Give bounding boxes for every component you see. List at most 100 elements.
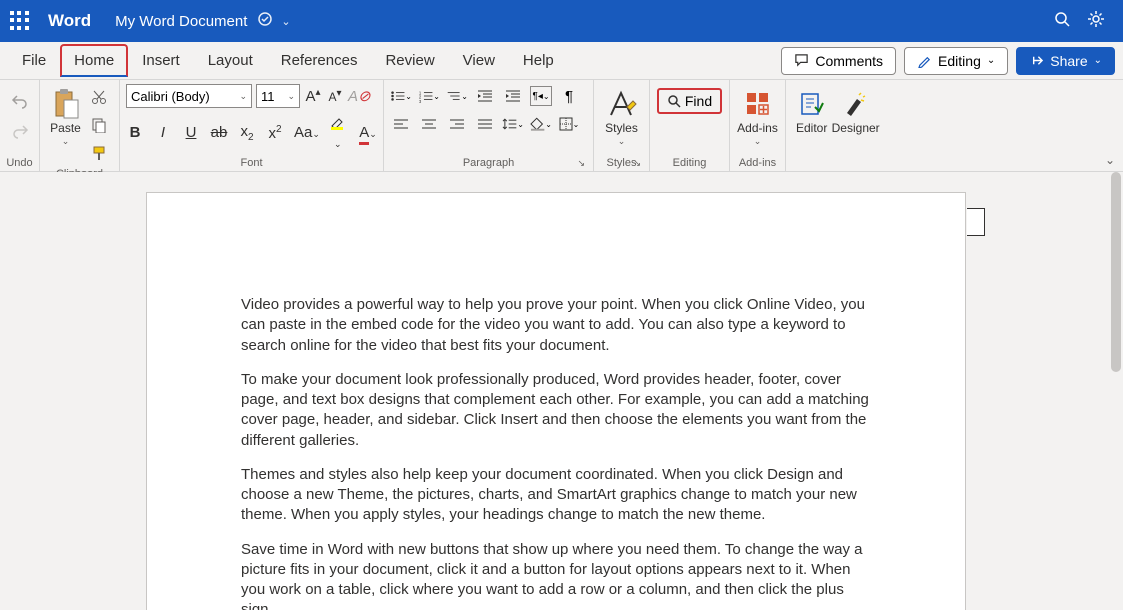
paragraph[interactable]: Video provides a powerful way to help yo…	[241, 295, 871, 356]
tab-home[interactable]: Home	[60, 44, 128, 77]
grow-font-button[interactable]: A▴	[304, 87, 322, 105]
tab-review[interactable]: Review	[371, 44, 448, 77]
editing-mode-button[interactable]: Editing ⌄	[904, 47, 1008, 75]
paste-button[interactable]: Paste ⌄	[46, 84, 85, 147]
tab-layout[interactable]: Layout	[194, 44, 267, 77]
group-label-styles: Styles↘	[600, 155, 643, 171]
text-direction-button[interactable]: ¶◂⌄	[530, 86, 552, 106]
document-name[interactable]: My Word Document	[115, 13, 247, 30]
shrink-font-button[interactable]: A▾	[326, 88, 344, 104]
numbering-button[interactable]: 123⌄	[418, 86, 440, 106]
align-center-button[interactable]	[418, 114, 440, 134]
addins-button[interactable]: Add-ins ⌄	[736, 84, 779, 147]
tab-help[interactable]: Help	[509, 44, 568, 77]
title-bar: Word My Word Document ⌄	[0, 0, 1123, 42]
find-button[interactable]: Find	[657, 88, 722, 114]
page-tab[interactable]	[967, 208, 985, 236]
document-page[interactable]: Video provides a powerful way to help yo…	[146, 192, 966, 610]
share-button[interactable]: Share ⌄	[1016, 47, 1115, 75]
change-case-button[interactable]: Aa⌄	[294, 124, 317, 141]
superscript-button[interactable]: x2	[266, 124, 284, 142]
group-assist: Editor Designer	[786, 80, 886, 171]
italic-button[interactable]: I	[154, 124, 172, 141]
document-canvas: Video provides a powerful way to help yo…	[0, 172, 1123, 610]
addins-label: Add-ins	[737, 122, 778, 135]
share-label: Share	[1050, 53, 1087, 69]
copy-button[interactable]	[88, 114, 110, 136]
tab-references[interactable]: References	[267, 44, 372, 77]
group-font: Calibri (Body)⌄ 11⌄ A▴ A▾ A⊘ B I U ab x2…	[120, 80, 384, 171]
ribbon: Undo Paste ⌄ Clipboard Calibri (Body)⌄ 1…	[0, 80, 1123, 172]
cut-button[interactable]	[88, 86, 110, 108]
font-color-button[interactable]: A⌄	[359, 124, 377, 141]
chevron-down-icon: ⌄	[987, 55, 995, 66]
group-label-paragraph: Paragraph↘	[390, 155, 587, 171]
chevron-down-icon: ⌄	[239, 91, 247, 102]
format-painter-button[interactable]	[88, 142, 110, 164]
vertical-scrollbar[interactable]	[1109, 172, 1123, 610]
document-menu-chevron-icon[interactable]: ⌄	[281, 15, 290, 28]
bullets-button[interactable]: ⌄	[390, 86, 412, 106]
paste-label: Paste	[50, 122, 81, 135]
group-paragraph: ⌄ 123⌄ ⌄ ¶◂⌄ ¶ ⌄ ⌄ ⌄ Paragraph↘	[384, 80, 594, 171]
font-name-select[interactable]: Calibri (Body)⌄	[126, 84, 252, 108]
multilevel-list-button[interactable]: ⌄	[446, 86, 468, 106]
styles-icon	[607, 86, 637, 122]
subscript-button[interactable]: x2	[238, 123, 256, 143]
chevron-down-icon: ⌄	[287, 91, 295, 102]
highlight-button[interactable]: ⌄	[327, 114, 349, 151]
borders-button[interactable]: ⌄	[558, 114, 580, 134]
dialog-launcher-icon[interactable]: ↘	[577, 158, 585, 169]
show-marks-button[interactable]: ¶	[558, 86, 580, 106]
paragraph[interactable]: To make your document look professionall…	[241, 370, 871, 451]
chevron-down-icon: ⌄	[618, 136, 626, 147]
designer-button[interactable]: Designer	[831, 84, 880, 135]
group-clipboard: Paste ⌄ Clipboard	[40, 80, 120, 171]
decrease-indent-button[interactable]	[474, 86, 496, 106]
undo-button[interactable]	[9, 90, 31, 112]
group-label-undo: Undo	[6, 155, 33, 171]
group-editing: Find Find (⌘+F) Editing	[650, 80, 730, 171]
paragraph[interactable]: Save time in Word with new buttons that …	[241, 540, 871, 610]
justify-button[interactable]	[474, 114, 496, 134]
group-label-addins: Add-ins	[736, 155, 779, 171]
line-spacing-button[interactable]: ⌄	[502, 114, 524, 134]
scrollbar-thumb[interactable]	[1111, 172, 1121, 372]
bold-button[interactable]: B	[126, 124, 144, 141]
tab-file[interactable]: File	[8, 44, 60, 77]
align-left-button[interactable]	[390, 114, 412, 134]
editor-button[interactable]: Editor	[792, 84, 831, 135]
editor-label: Editor	[796, 122, 827, 135]
paste-icon	[52, 86, 80, 122]
increase-indent-button[interactable]	[502, 86, 524, 106]
designer-label: Designer	[832, 122, 880, 135]
styles-button[interactable]: Styles ⌄	[600, 84, 643, 147]
editing-label: Editing	[938, 53, 981, 69]
shading-button[interactable]: ⌄	[530, 114, 552, 134]
svg-text:3: 3	[419, 99, 422, 103]
comments-button[interactable]: Comments	[781, 47, 896, 75]
font-size-select[interactable]: 11⌄	[256, 84, 300, 108]
settings-gear-icon[interactable]	[1079, 10, 1113, 32]
align-right-button[interactable]	[446, 114, 468, 134]
dialog-launcher-icon[interactable]: ↘	[633, 158, 641, 169]
group-styles: Styles ⌄ Styles↘	[594, 80, 650, 171]
underline-button[interactable]: U	[182, 124, 200, 141]
app-launcher-icon[interactable]	[10, 11, 30, 31]
redo-button[interactable]	[9, 120, 31, 142]
strikethrough-button[interactable]: ab	[210, 124, 228, 141]
group-label-assist	[792, 155, 880, 171]
search-icon[interactable]	[1045, 11, 1079, 31]
editor-icon	[799, 86, 825, 122]
addins-icon	[745, 86, 771, 122]
tab-view[interactable]: View	[449, 44, 509, 77]
group-addins: Add-ins ⌄ Add-ins	[730, 80, 786, 171]
collapse-ribbon-icon[interactable]: ⌄	[1105, 153, 1115, 167]
group-label-editing: Editing	[656, 155, 723, 171]
group-undo: Undo	[0, 80, 40, 171]
clear-formatting-button[interactable]: A⊘	[348, 87, 371, 105]
tab-insert[interactable]: Insert	[128, 44, 194, 77]
paragraph[interactable]: Themes and styles also help keep your do…	[241, 465, 871, 526]
chevron-down-icon: ⌄	[62, 136, 70, 147]
find-label: Find	[685, 93, 712, 109]
